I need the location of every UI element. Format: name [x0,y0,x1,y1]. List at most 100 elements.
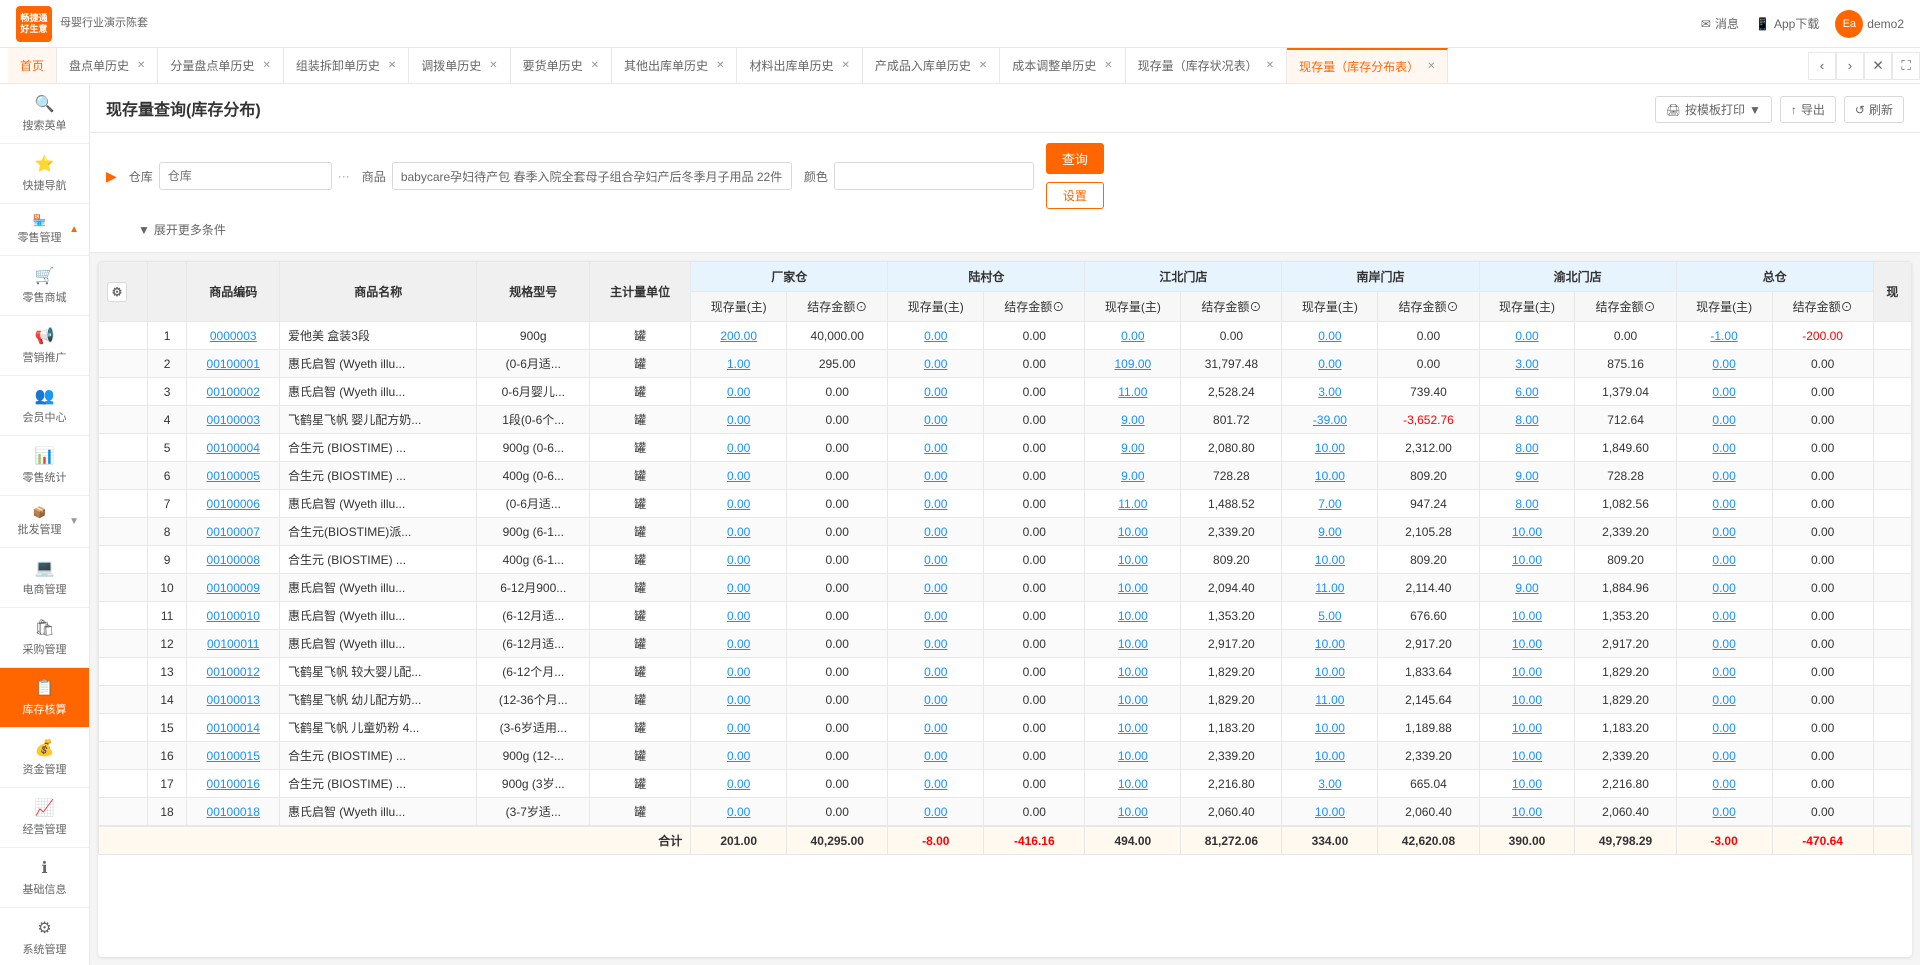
row-jiangbei-qty[interactable]: 10.00 [1085,574,1181,602]
row-nanan-qty[interactable]: 10.00 [1282,798,1378,827]
row-yubei-qty[interactable]: 10.00 [1479,686,1575,714]
row-jiangbei-qty[interactable]: 10.00 [1085,602,1181,630]
row-lu-qty[interactable]: 0.00 [888,518,984,546]
tab-product-in[interactable]: 产成品入库单历史 ✕ [863,48,1000,84]
row-code[interactable]: 00100004 [187,434,279,462]
row-code[interactable]: 00100014 [187,714,279,742]
row-yubei-qty[interactable]: 8.00 [1479,406,1575,434]
row-jiangbei-qty[interactable]: 10.00 [1085,546,1181,574]
sidebar-item-inventory[interactable]: 📋 库存核算 [0,668,89,728]
row-lu-qty[interactable]: 0.00 [888,686,984,714]
nav-expand-btn[interactable]: ⛶ [1892,52,1920,80]
row-nanan-qty[interactable]: 9.00 [1282,518,1378,546]
row-nanan-qty[interactable]: 3.00 [1282,378,1378,406]
close-tab-cost-adjust[interactable]: ✕ [1104,60,1112,71]
settings-button[interactable]: 设置 [1046,182,1104,209]
row-nanan-qty[interactable]: 10.00 [1282,434,1378,462]
row-jiangbei-qty[interactable]: 9.00 [1085,462,1181,490]
export-btn[interactable]: ↑ 导出 [1780,96,1836,123]
row-yubei-qty[interactable]: 8.00 [1479,434,1575,462]
row-total-qty[interactable]: 0.00 [1676,658,1772,686]
tab-inventory-single[interactable]: 盘点单历史 ✕ [57,48,158,84]
sidebar-item-search[interactable]: 🔍 搜索英单 [0,84,89,144]
row-code[interactable]: 00100013 [187,686,279,714]
close-tab-transfer[interactable]: ✕ [489,60,497,71]
row-total-qty[interactable]: 0.00 [1676,574,1772,602]
sidebar-item-system[interactable]: ⚙ 系统管理 [0,908,89,965]
row-total-qty[interactable]: 0.00 [1676,742,1772,770]
row-lu-qty[interactable]: 0.00 [888,490,984,518]
sidebar-item-basic-info[interactable]: ℹ 基础信息 [0,848,89,908]
nav-close-all-btn[interactable]: ✕ [1864,52,1892,80]
sidebar-item-purchase[interactable]: 🛍 采购管理 [0,608,89,668]
row-jiangbei-qty[interactable]: 10.00 [1085,714,1181,742]
sidebar-item-retail-store[interactable]: 🛒 零售商城 [0,256,89,316]
close-tab-inventory-single[interactable]: ✕ [137,60,145,71]
row-factory-qty[interactable]: 0.00 [691,742,787,770]
sidebar-item-finance[interactable]: 💰 资金管理 [0,728,89,788]
row-factory-qty[interactable]: 200.00 [691,322,787,350]
query-button[interactable]: 查询 [1046,143,1104,174]
row-code[interactable]: 00100016 [187,770,279,798]
row-yubei-qty[interactable]: 10.00 [1479,714,1575,742]
row-lu-qty[interactable]: 0.00 [888,798,984,827]
tab-stock-dist[interactable]: 现存量（库存分布表） ✕ [1287,48,1448,84]
row-lu-qty[interactable]: 0.00 [888,546,984,574]
close-tab-stock-status[interactable]: ✕ [1266,60,1274,71]
close-tab-other-out[interactable]: ✕ [716,60,724,71]
row-code[interactable]: 00100018 [187,798,279,827]
row-total-qty[interactable]: 0.00 [1676,546,1772,574]
row-yubei-qty[interactable]: 10.00 [1479,770,1575,798]
row-factory-qty[interactable]: 0.00 [691,378,787,406]
row-nanan-qty[interactable]: -39.00 [1282,406,1378,434]
close-tab-material-out[interactable]: ✕ [841,60,849,71]
product-input[interactable] [392,162,792,190]
row-jiangbei-qty[interactable]: 0.00 [1085,322,1181,350]
row-total-qty[interactable]: 0.00 [1676,602,1772,630]
close-tab-order-history[interactable]: ✕ [591,60,599,71]
row-factory-qty[interactable]: 0.00 [691,658,787,686]
row-factory-qty[interactable]: 0.00 [691,770,787,798]
row-factory-qty[interactable]: 1.00 [691,350,787,378]
tab-split-inventory[interactable]: 分量盘点单历史 ✕ [158,48,283,84]
row-total-qty[interactable]: 0.00 [1676,490,1772,518]
row-code[interactable]: 00100005 [187,462,279,490]
row-jiangbei-qty[interactable]: 9.00 [1085,434,1181,462]
row-nanan-qty[interactable]: 10.00 [1282,630,1378,658]
row-jiangbei-qty[interactable]: 10.00 [1085,518,1181,546]
row-yubei-qty[interactable]: 10.00 [1479,742,1575,770]
close-tab-split-inventory[interactable]: ✕ [262,60,270,71]
row-nanan-qty[interactable]: 10.00 [1282,658,1378,686]
row-lu-qty[interactable]: 0.00 [888,658,984,686]
row-jiangbei-qty[interactable]: 10.00 [1085,630,1181,658]
sidebar-item-wholesale[interactable]: 📦 批发管理 ▼ [0,496,89,548]
row-code[interactable]: 00100007 [187,518,279,546]
row-nanan-qty[interactable]: 10.00 [1282,714,1378,742]
tab-material-out[interactable]: 材料出库单历史 ✕ [737,48,862,84]
row-lu-qty[interactable]: 0.00 [888,434,984,462]
row-factory-qty[interactable]: 0.00 [691,546,787,574]
row-lu-qty[interactable]: 0.00 [888,770,984,798]
row-lu-qty[interactable]: 0.00 [888,714,984,742]
row-lu-qty[interactable]: 0.00 [888,378,984,406]
row-yubei-qty[interactable]: 10.00 [1479,546,1575,574]
tab-home[interactable]: 首页 [8,48,57,84]
row-code[interactable]: 00100002 [187,378,279,406]
row-factory-qty[interactable]: 0.00 [691,490,787,518]
row-yubei-qty[interactable]: 8.00 [1479,490,1575,518]
row-total-qty[interactable]: 0.00 [1676,518,1772,546]
row-yubei-qty[interactable]: 10.00 [1479,658,1575,686]
row-jiangbei-qty[interactable]: 11.00 [1085,490,1181,518]
sidebar-item-member-center[interactable]: 👥 会员中心 [0,376,89,436]
row-factory-qty[interactable]: 0.00 [691,434,787,462]
message-btn[interactable]: ✉ 消息 [1701,15,1739,32]
row-nanan-qty[interactable]: 10.00 [1282,546,1378,574]
warehouse-input[interactable] [159,162,332,190]
nav-prev-btn[interactable]: ‹ [1808,52,1836,80]
row-yubei-qty[interactable]: 9.00 [1479,462,1575,490]
tab-group-unpack[interactable]: 组装拆卸单历史 ✕ [284,48,409,84]
tab-cost-adjust[interactable]: 成本调整单历史 ✕ [1000,48,1125,84]
row-jiangbei-qty[interactable]: 10.00 [1085,770,1181,798]
row-yubei-qty[interactable]: 10.00 [1479,518,1575,546]
row-lu-qty[interactable]: 0.00 [888,462,984,490]
